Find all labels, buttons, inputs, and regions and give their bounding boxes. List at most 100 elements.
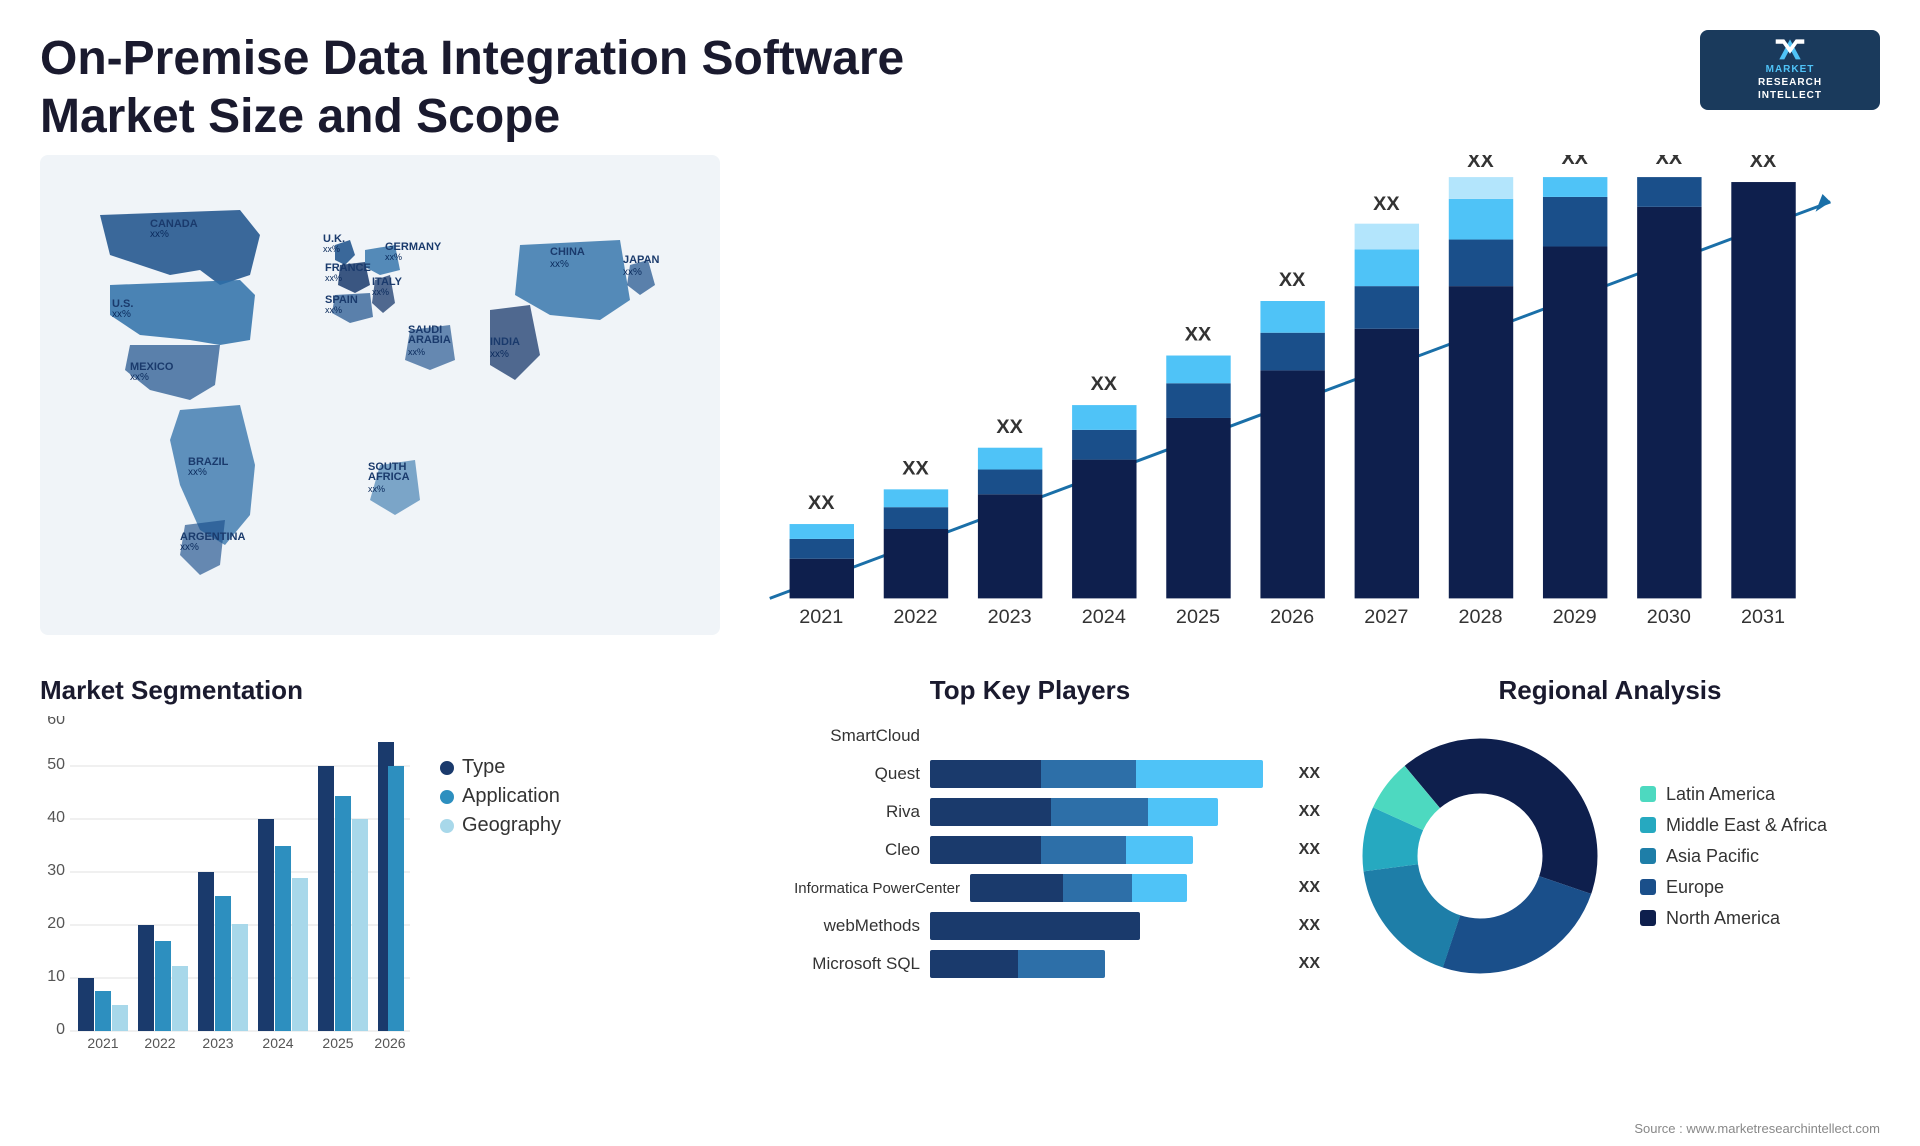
svg-text:2021: 2021 (87, 1035, 118, 1051)
player-name-mssql: Microsoft SQL (740, 954, 920, 974)
svg-text:xx%: xx% (623, 267, 642, 278)
svg-text:xx%: xx% (385, 252, 402, 262)
north-america-label: North America (1666, 908, 1780, 929)
player-val-webmethods: XX (1299, 917, 1320, 935)
svg-text:2024: 2024 (1082, 606, 1126, 628)
player-val-mssql: XX (1299, 955, 1320, 973)
source-text: Source : www.marketresearchintellect.com (1634, 1121, 1880, 1136)
svg-text:XX: XX (1279, 269, 1306, 291)
svg-text:2030: 2030 (1647, 606, 1691, 628)
player-val-informatica: XX (1299, 879, 1320, 897)
svg-text:XX: XX (1750, 155, 1777, 172)
svg-text:xx%: xx% (550, 259, 569, 270)
players-title: Top Key Players (740, 675, 1320, 706)
key-players-section: Top Key Players SmartCloud Quest XX Riva (740, 675, 1320, 1145)
map-svg: CANADA xx% U.S. xx% MEXICO xx% BRAZIL xx… (40, 155, 720, 635)
player-bar-smartcloud (930, 722, 1320, 750)
player-bar-riva (930, 798, 1281, 826)
header: On-Premise Data Integration Software Mar… (0, 0, 1920, 155)
svg-text:ARABIA: ARABIA (408, 334, 451, 346)
player-name-smartcloud: SmartCloud (740, 726, 920, 746)
svg-text:XX: XX (1373, 193, 1400, 215)
player-val-riva: XX (1299, 803, 1320, 821)
svg-text:2022: 2022 (144, 1035, 175, 1051)
north-america-dot (1640, 910, 1656, 926)
type-dot (440, 761, 454, 775)
legend-geography: Geography (440, 814, 561, 837)
reg-north-america: North America (1640, 908, 1827, 929)
svg-text:2029: 2029 (1553, 606, 1597, 628)
svg-text:2024: 2024 (262, 1035, 293, 1051)
svg-text:2021: 2021 (799, 606, 843, 628)
svg-text:XX: XX (1091, 373, 1118, 395)
map-section: CANADA xx% U.S. xx% MEXICO xx% BRAZIL xx… (40, 155, 720, 675)
svg-text:2028: 2028 (1458, 606, 1502, 628)
svg-text:2023: 2023 (988, 606, 1032, 628)
reg-asia-pacific: Asia Pacific (1640, 846, 1827, 867)
player-bar-informatica (970, 874, 1281, 902)
latin-america-label: Latin America (1666, 784, 1775, 805)
middle-east-label: Middle East & Africa (1666, 815, 1827, 836)
application-dot (440, 790, 454, 804)
top-content: CANADA xx% U.S. xx% MEXICO xx% BRAZIL xx… (0, 155, 1920, 675)
player-bar-quest (930, 760, 1281, 788)
logo-text: MARKET RESEARCH INTELLECT (1758, 63, 1822, 102)
reg-latin-america: Latin America (1640, 784, 1827, 805)
asia-pacific-dot (1640, 848, 1656, 864)
svg-text:10: 10 (47, 968, 65, 985)
svg-text:2031: 2031 (1741, 606, 1785, 628)
geography-dot (440, 819, 454, 833)
seg-legend: Type Application Geography (440, 716, 561, 843)
bar-chart-svg: XX 2021 XX 2022 XX 2023 XX 2024 XX (740, 155, 1880, 675)
logo-box: MARKET RESEARCH INTELLECT (1700, 30, 1880, 110)
player-val-quest: XX (1299, 765, 1320, 783)
player-cleo: Cleo XX (740, 836, 1320, 864)
player-val-cleo: XX (1299, 841, 1320, 859)
svg-text:xx%: xx% (180, 542, 199, 553)
svg-text:2026: 2026 (374, 1035, 405, 1051)
segmentation-chart: 0 10 20 30 40 50 60 2021 (40, 716, 420, 1066)
middle-east-dot (1640, 817, 1656, 833)
regional-content: Latin America Middle East & Africa Asia … (1340, 716, 1880, 996)
legend-geography-label: Geography (462, 814, 561, 837)
player-webmethods: webMethods XX (740, 912, 1320, 940)
legend-type: Type (440, 756, 561, 779)
svg-text:XX: XX (1561, 155, 1588, 169)
svg-text:xx%: xx% (372, 287, 389, 297)
svg-text:CHINA: CHINA (550, 246, 585, 258)
player-bar-webmethods (930, 912, 1281, 940)
logo-area: MARKET RESEARCH INTELLECT (1700, 30, 1880, 110)
svg-text:0: 0 (56, 1021, 65, 1038)
player-name-cleo: Cleo (740, 840, 920, 860)
player-name-webmethods: webMethods (740, 916, 920, 936)
svg-text:60: 60 (47, 716, 65, 728)
svg-text:xx%: xx% (325, 273, 342, 283)
svg-text:INDIA: INDIA (490, 336, 520, 348)
player-informatica: Informatica PowerCenter XX (740, 874, 1320, 902)
svg-text:XX: XX (996, 416, 1023, 438)
svg-text:2022: 2022 (893, 606, 937, 628)
player-mssql: Microsoft SQL XX (740, 950, 1320, 978)
latin-america-dot (1640, 786, 1656, 802)
svg-text:XX: XX (1656, 155, 1683, 169)
svg-text:JAPAN: JAPAN (623, 254, 660, 266)
logo-icon (1765, 38, 1815, 63)
legend-application: Application (440, 785, 561, 808)
legend-application-label: Application (462, 785, 560, 808)
svg-text:xx%: xx% (408, 347, 425, 357)
svg-text:xx%: xx% (325, 305, 342, 315)
bar-chart-section: XX 2021 XX 2022 XX 2023 XX 2024 XX (720, 155, 1880, 675)
regional-title: Regional Analysis (1340, 675, 1880, 706)
svg-text:xx%: xx% (130, 372, 149, 383)
bottom-content: Market Segmentation 0 10 20 30 40 50 60 (0, 675, 1920, 1145)
player-bar-cleo (930, 836, 1281, 864)
svg-text:XX: XX (808, 492, 835, 514)
svg-text:xx%: xx% (150, 229, 169, 240)
svg-text:40: 40 (47, 809, 65, 826)
svg-text:2025: 2025 (1176, 606, 1220, 628)
svg-text:xx%: xx% (188, 467, 207, 478)
regional-legend: Latin America Middle East & Africa Asia … (1640, 784, 1827, 929)
player-smartcloud: SmartCloud (740, 722, 1320, 750)
player-bar-mssql (930, 950, 1281, 978)
svg-text:XX: XX (1185, 324, 1212, 346)
